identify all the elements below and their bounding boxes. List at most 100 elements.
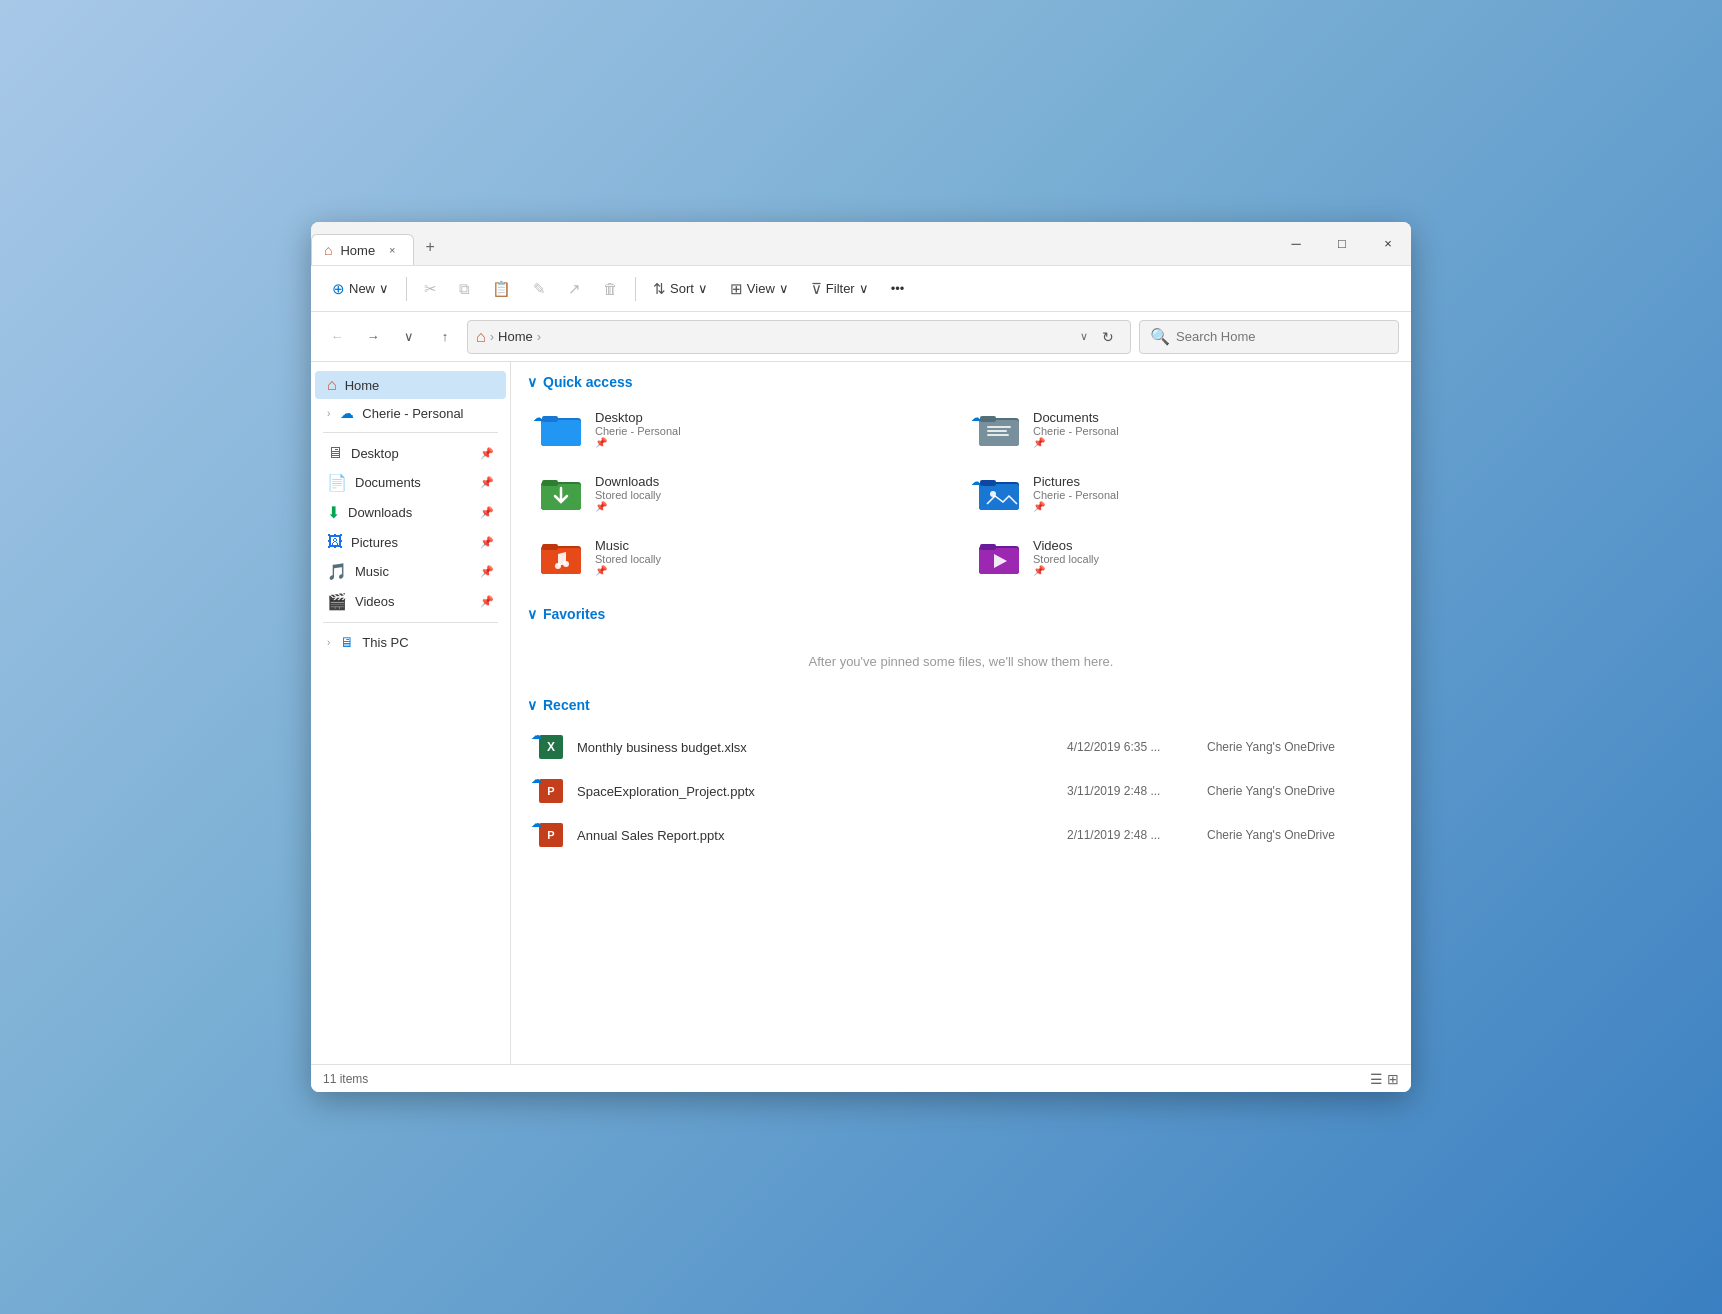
delete-button[interactable]: 🗑 (594, 274, 627, 303)
sidebar-item-thispc[interactable]: › 🖥 This PC (315, 629, 506, 655)
cloud-badge-1: ☁ (531, 773, 542, 786)
sidebar-item-onedrive[interactable]: › ☁ Cherie - Personal (315, 400, 506, 426)
sidebar-item-home[interactable]: ⌂ Home (315, 371, 506, 399)
sidebar-item-downloads[interactable]: ⬇ Downloads 📌 (315, 498, 506, 527)
tab-close-button[interactable]: × (383, 241, 401, 259)
svg-rect-8 (987, 434, 1009, 436)
videos-folder-icon (975, 538, 1023, 578)
more-button[interactable]: ••• (882, 275, 914, 302)
music-pin-icon: 📌 (480, 565, 494, 578)
new-tab-button[interactable]: + (414, 231, 446, 263)
desktop-folder-sub: Cherie - Personal (595, 425, 947, 437)
refresh-button[interactable]: ↻ (1094, 323, 1122, 351)
grid-view-button[interactable]: ⊞ (1387, 1071, 1399, 1087)
folder-card-downloads[interactable]: Downloads Stored locally 📌 (527, 466, 957, 522)
paste-icon: 📋 (492, 280, 511, 298)
sidebar-item-documents[interactable]: 📄 Documents 📌 (315, 468, 506, 497)
rename-button[interactable]: ✎ (524, 274, 555, 304)
folder-card-pictures[interactable]: ☁ Pictures Cherie - Personal 📌 (965, 466, 1395, 522)
recent-icon-2: ☁ P (535, 819, 567, 851)
sidebar-item-videos[interactable]: 🎬 Videos 📌 (315, 587, 506, 616)
address-chevron[interactable]: ∨ (1080, 330, 1088, 343)
home-address-icon: ⌂ (476, 328, 486, 346)
address-bar: ← → ∨ ↑ ⌂ › Home › ∨ ↻ 🔍 (311, 312, 1411, 362)
search-box[interactable]: 🔍 (1139, 320, 1399, 354)
recent-location-2: Cherie Yang's OneDrive (1207, 828, 1387, 842)
svg-text:P: P (547, 829, 554, 841)
recent-locations-button[interactable]: ∨ (395, 323, 423, 351)
videos-folder-name: Videos (1033, 538, 1385, 553)
quick-access-chevron-icon: ∨ (527, 374, 537, 390)
recent-name-0: Monthly business budget.xlsx (577, 740, 1057, 755)
docs-folder-name: Documents (1033, 410, 1385, 425)
filter-button[interactable]: ⊽ Filter ∨ (802, 274, 878, 304)
items-count: 11 items (323, 1072, 368, 1086)
minimize-button[interactable]: ─ (1273, 222, 1319, 266)
downloads-folder-info: Downloads Stored locally 📌 (595, 474, 947, 512)
docs-sidebar-icon: 📄 (327, 473, 347, 492)
folder-card-documents[interactable]: ☁ Documents Cherie - Personal (965, 402, 1395, 458)
desktop-pin-icon: 📌 (480, 447, 494, 460)
svg-rect-7 (987, 430, 1007, 432)
view-chevron-icon: ∨ (779, 281, 789, 296)
cloud-sidebar-icon: ☁ (340, 405, 354, 421)
view-button[interactable]: ⊞ View ∨ (721, 274, 798, 304)
music-folder-pin: 📌 (595, 565, 947, 576)
new-button[interactable]: ⊕ New ∨ (323, 274, 398, 304)
music-sidebar-icon: 🎵 (327, 562, 347, 581)
music-folder-name: Music (595, 538, 947, 553)
dl-sidebar-icon: ⬇ (327, 503, 340, 522)
downloads-folder-pin: 📌 (595, 501, 947, 512)
share-button[interactable]: ↗ (559, 274, 590, 304)
home-tab[interactable]: ⌂ Home × (311, 234, 414, 265)
videos-folder-pin: 📌 (1033, 565, 1385, 576)
refresh-icon: ↻ (1102, 329, 1114, 345)
paste-button[interactable]: 📋 (483, 274, 520, 304)
sidebar-music-label: Music (355, 564, 389, 579)
folder-card-desktop[interactable]: ☁ Desktop Cherie - Personal 📌 (527, 402, 957, 458)
toolbar-separator-1 (406, 277, 407, 301)
desktop-folder-icon: ☁ (537, 410, 585, 450)
thispc-expand-icon: › (327, 637, 330, 648)
quick-access-header[interactable]: ∨ Quick access (527, 374, 1395, 390)
back-button[interactable]: ← (323, 323, 351, 351)
desktop-sidebar-icon: 🖥 (327, 444, 343, 462)
sidebar-docs-label: Documents (355, 475, 421, 490)
sidebar-dl-label: Downloads (348, 505, 412, 520)
forward-button[interactable]: → (359, 323, 387, 351)
close-button[interactable]: × (1365, 222, 1411, 266)
thispc-sidebar-icon: 🖥 (340, 634, 354, 650)
sort-label: Sort (670, 281, 694, 296)
sidebar-separator-1 (323, 432, 498, 433)
sidebar-item-desktop[interactable]: 🖥 Desktop 📌 (315, 439, 506, 467)
sidebar-item-pictures[interactable]: 🖼 Pictures 📌 (315, 528, 506, 556)
recent-chevron-icon: ∨ (527, 697, 537, 713)
recent-date-0: 4/12/2019 6:35 ... (1067, 740, 1197, 754)
cut-button[interactable]: ✂ (415, 274, 446, 304)
recent-item-1[interactable]: ☁ P SpaceExploration_Project.pptx 3/11/2… (527, 769, 1395, 813)
sidebar-thispc-label: This PC (362, 635, 408, 650)
cloud-badge-0: ☁ (531, 729, 542, 742)
recent-header[interactable]: ∨ Recent (527, 697, 1395, 713)
copy-button[interactable]: ⧉ (450, 274, 479, 304)
new-label: New (349, 281, 375, 296)
address-input[interactable]: ⌂ › Home › ∨ ↻ (467, 320, 1131, 354)
list-view-button[interactable]: ☰ (1370, 1071, 1383, 1087)
up-button[interactable]: ↑ (431, 323, 459, 351)
recent-item-0[interactable]: ☁ X Monthly business budget.xlsx 4/12/20… (527, 725, 1395, 769)
svg-rect-1 (541, 420, 581, 446)
pics-folder-sub: Cherie - Personal (1033, 489, 1385, 501)
maximize-button[interactable]: □ (1319, 222, 1365, 266)
recent-item-2[interactable]: ☁ P Annual Sales Report.pptx 2/11/2019 2… (527, 813, 1395, 857)
favorites-header[interactable]: ∨ Favorites (527, 606, 1395, 622)
search-input[interactable] (1176, 329, 1388, 344)
more-icon: ••• (891, 281, 905, 296)
address-path: ⌂ › Home › (476, 328, 1074, 346)
recent-name-1: SpaceExploration_Project.pptx (577, 784, 1057, 799)
folder-card-videos[interactable]: Videos Stored locally 📌 (965, 530, 1395, 586)
sort-button[interactable]: ⇅ Sort ∨ (644, 274, 717, 304)
sidebar-item-music[interactable]: 🎵 Music 📌 (315, 557, 506, 586)
folder-card-music[interactable]: Music Stored locally 📌 (527, 530, 957, 586)
docs-folder-sub: Cherie - Personal (1033, 425, 1385, 437)
delete-icon: 🗑 (603, 280, 618, 297)
